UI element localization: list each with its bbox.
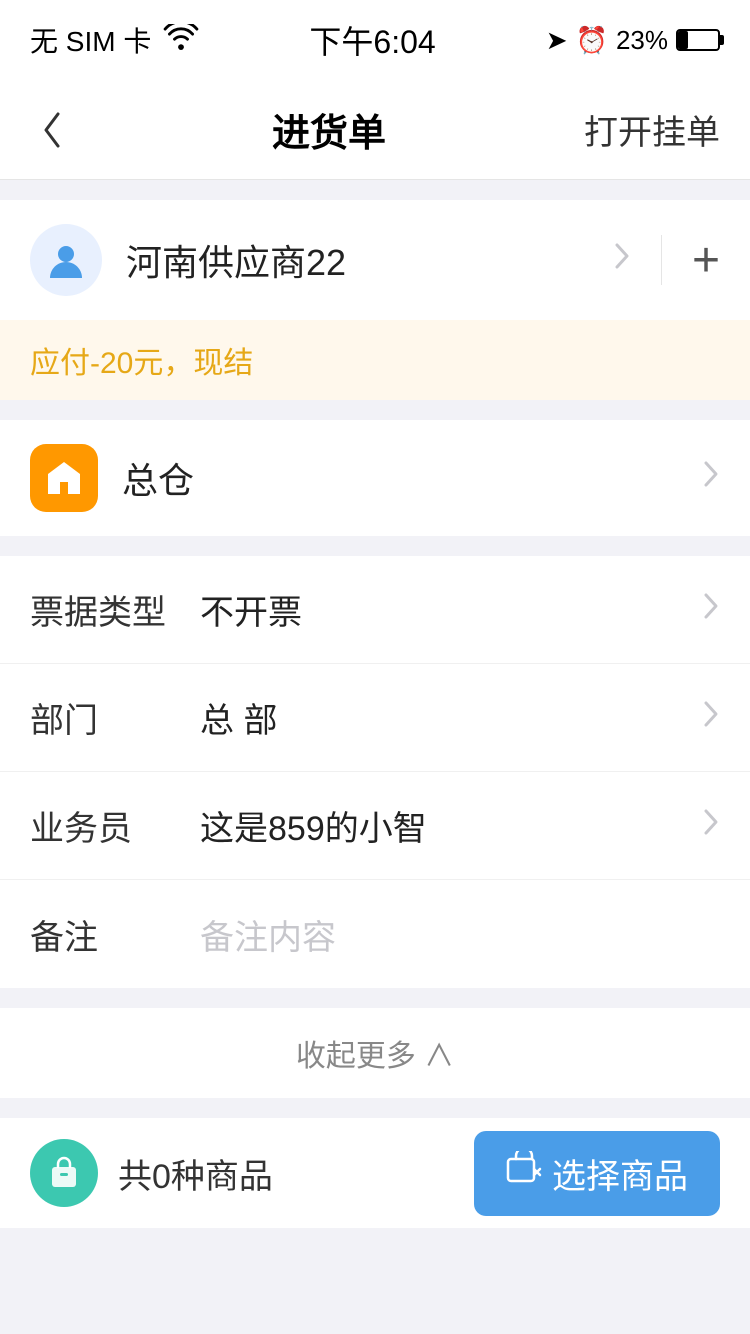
nav-bar: 进货单 打开挂单 — [0, 80, 750, 180]
supplier-chevron-icon — [613, 241, 631, 279]
form-chevron-dept-icon — [702, 699, 720, 737]
supplier-name: 河南供应商22 — [126, 234, 613, 286]
supplier-section: 河南供应商22 + 应付-20元，现结 — [0, 200, 750, 400]
status-time: 下午6:04 — [309, 17, 435, 63]
form-section: 票据类型 不开票 部门 总 部 业务员 这是859的小智 备注 备注内容 — [0, 556, 750, 988]
form-row-department[interactable]: 部门 总 部 — [0, 664, 750, 772]
form-row-salesperson[interactable]: 业务员 这是859的小智 — [0, 772, 750, 880]
add-supplier-button[interactable]: + — [692, 233, 720, 288]
page-title: 进货单 — [272, 102, 386, 157]
form-label-invoice: 票据类型 — [30, 585, 190, 634]
open-pending-button[interactable]: 打开挂单 — [584, 105, 720, 154]
carrier-label: 无 SIM 卡 — [30, 20, 151, 60]
form-value-invoice: 不开票 — [190, 585, 692, 634]
divider-vertical — [661, 235, 662, 285]
supplier-row[interactable]: 河南供应商22 + — [0, 200, 750, 320]
form-chevron-sales-icon — [702, 807, 720, 845]
wifi-icon — [163, 24, 199, 57]
form-chevron-invoice-icon — [702, 591, 720, 629]
status-bar: 无 SIM 卡 下午6:04 ➤ ⏰ 23% — [0, 0, 750, 80]
select-goods-button[interactable]: 选择商品 — [474, 1131, 720, 1216]
goods-bag-icon — [30, 1139, 98, 1207]
supplier-avatar — [30, 224, 102, 296]
form-label-remark: 备注 — [30, 910, 190, 959]
collapse-row[interactable]: 收起更多 ∧ — [0, 1008, 750, 1098]
select-goods-label: 选择商品 — [552, 1149, 688, 1198]
form-label-sales: 业务员 — [30, 801, 190, 850]
battery-icon — [676, 29, 720, 51]
back-button[interactable] — [30, 100, 74, 160]
goods-count-label: 共0种商品 — [118, 1149, 474, 1198]
section-gap-1 — [0, 180, 750, 200]
form-row-invoice-type[interactable]: 票据类型 不开票 — [0, 556, 750, 664]
form-value-sales: 这是859的小智 — [190, 801, 692, 850]
form-value-remark[interactable]: 备注内容 — [190, 910, 720, 959]
location-icon: ➤ — [546, 25, 568, 56]
alarm-icon: ⏰ — [576, 25, 608, 56]
warehouse-row[interactable]: 总仓 — [0, 420, 750, 536]
select-goods-icon — [506, 1151, 542, 1195]
status-left: 无 SIM 卡 — [30, 20, 199, 60]
bottom-bar: 共0种商品 选择商品 — [0, 1118, 750, 1228]
notice-bar: 应付-20元，现结 — [0, 320, 750, 400]
collapse-label: 收起更多 ∧ — [296, 1031, 454, 1075]
warehouse-name: 总仓 — [122, 452, 702, 504]
form-value-dept: 总 部 — [190, 693, 692, 742]
warehouse-icon — [30, 444, 98, 512]
status-right: ➤ ⏰ 23% — [546, 25, 720, 56]
form-row-remark[interactable]: 备注 备注内容 — [0, 880, 750, 988]
form-label-dept: 部门 — [30, 693, 190, 742]
battery-label: 23% — [616, 25, 668, 56]
warehouse-chevron-icon — [702, 459, 720, 497]
